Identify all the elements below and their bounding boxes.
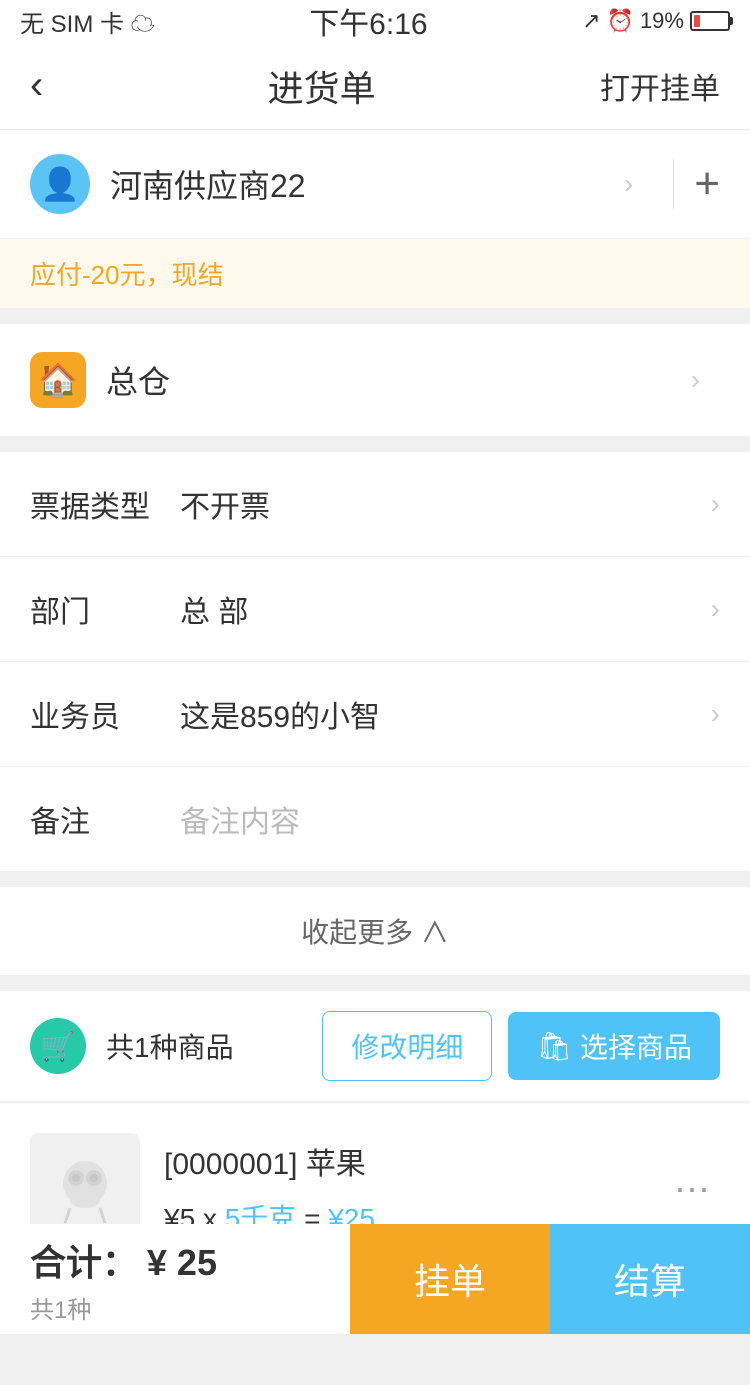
form-section: 票据类型 不开票 › 部门 总 部 › 业务员 这是859的小智 › 备注 备注… — [0, 452, 750, 871]
nav-bar: ‹ 进货单 打开挂单 — [0, 42, 750, 130]
status-time: 下午6:16 — [309, 0, 427, 43]
home-icon: 🏠 — [38, 361, 78, 399]
supplier-card: 👤 河南供应商22 › + 应付-20元，现结 — [0, 130, 750, 308]
note-label: 备注 — [30, 797, 150, 841]
select-product-button[interactable]: 🛍 选择商品 — [508, 1012, 720, 1080]
product-owl-icon — [45, 1148, 125, 1228]
product-info: [0000001] 苹果 ¥5 x 5千克 = ¥25 — [164, 1139, 664, 1237]
supplier-row[interactable]: 👤 河南供应商22 › + — [0, 130, 750, 239]
total-amount: 合计： ¥ 25 — [30, 1234, 320, 1286]
supplier-chevron-icon: › — [624, 168, 633, 200]
status-right: ↗ ⏰ 19% — [582, 8, 730, 34]
product-name: [0000001] 苹果 — [164, 1139, 664, 1183]
warehouse-row[interactable]: 🏠 总仓 › — [0, 324, 750, 436]
edit-details-button[interactable]: 修改明细 — [322, 1011, 492, 1081]
department-label: 部门 — [30, 587, 150, 631]
collapse-label: 收起更多 ∧ — [301, 911, 449, 951]
form-row-note[interactable]: 备注 备注内容 — [0, 767, 750, 871]
products-header: 🛒 共1种商品 修改明细 🛍 选择商品 — [0, 991, 750, 1101]
total-section: 合计： ¥ 25 共1种 — [0, 1234, 350, 1325]
cart-icon: 🛒 — [41, 1030, 76, 1063]
total-count: 共1种 — [30, 1290, 320, 1325]
note-placeholder: 备注内容 — [150, 797, 720, 841]
divider — [673, 159, 674, 209]
total-label: 合计： — [30, 1242, 138, 1283]
salesperson-label: 业务员 — [30, 692, 150, 736]
salesperson-value: 这是859的小智 — [150, 692, 711, 736]
product-code: [0000001] — [164, 1148, 297, 1181]
alarm-icon: ⏰ — [607, 8, 634, 34]
info-banner: 应付-20元，现结 — [0, 239, 750, 308]
settle-button[interactable]: 结算 — [550, 1224, 750, 1334]
form-row-department[interactable]: 部门 总 部 › — [0, 557, 750, 662]
collapse-row[interactable]: 收起更多 ∧ — [0, 887, 750, 975]
sim-status: 无 SIM 卡 ☁ — [20, 4, 155, 39]
warehouse-card[interactable]: 🏠 总仓 › — [0, 324, 750, 436]
page-title: 进货单 — [268, 60, 376, 112]
warehouse-name: 总仓 — [106, 357, 691, 403]
supplier-name: 河南供应商22 — [110, 161, 624, 207]
form-row-ticket[interactable]: 票据类型 不开票 › — [0, 452, 750, 557]
product-title-name: 苹果 — [306, 1148, 366, 1181]
select-product-icon: 🛍 — [536, 1030, 572, 1063]
ticket-label: 票据类型 — [30, 482, 150, 526]
open-hang-button[interactable]: 打开挂单 — [600, 64, 720, 108]
hang-order-button[interactable]: 挂单 — [350, 1224, 550, 1334]
bottom-bar: 合计： ¥ 25 共1种 挂单 结算 — [0, 1224, 750, 1334]
battery-percent: 19% — [640, 8, 684, 34]
department-value: 总 部 — [150, 587, 711, 631]
ticket-chevron-icon: › — [711, 488, 720, 520]
product-more-button[interactable]: ··· — [664, 1157, 720, 1219]
total-value: ¥ 25 — [147, 1242, 217, 1283]
products-icon: 🛒 — [30, 1018, 86, 1074]
status-left: 无 SIM 卡 ☁ — [20, 4, 155, 39]
content-area: 👤 河南供应商22 › + 应付-20元，现结 🏠 总仓 › 票据类型 不开票 … — [0, 130, 750, 1385]
salesperson-chevron-icon: › — [711, 698, 720, 730]
warehouse-chevron-icon: › — [691, 364, 700, 396]
supplier-avatar: 👤 — [30, 154, 90, 214]
add-button[interactable]: + — [694, 159, 720, 209]
back-button[interactable]: ‹ — [30, 63, 43, 108]
warehouse-icon: 🏠 — [30, 352, 86, 408]
info-text: 应付-20元，现结 — [30, 260, 224, 290]
status-bar: 无 SIM 卡 ☁ 下午6:16 ↗ ⏰ 19% — [0, 0, 750, 42]
location-icon: ↗ — [582, 8, 600, 34]
form-row-salesperson[interactable]: 业务员 这是859的小智 › — [0, 662, 750, 767]
department-chevron-icon: › — [711, 593, 720, 625]
products-count: 共1种商品 — [106, 1026, 322, 1066]
avatar-icon: 👤 — [40, 165, 80, 203]
ticket-value: 不开票 — [150, 482, 711, 526]
select-product-label: 选择商品 — [580, 1026, 692, 1066]
battery-icon — [690, 11, 730, 31]
